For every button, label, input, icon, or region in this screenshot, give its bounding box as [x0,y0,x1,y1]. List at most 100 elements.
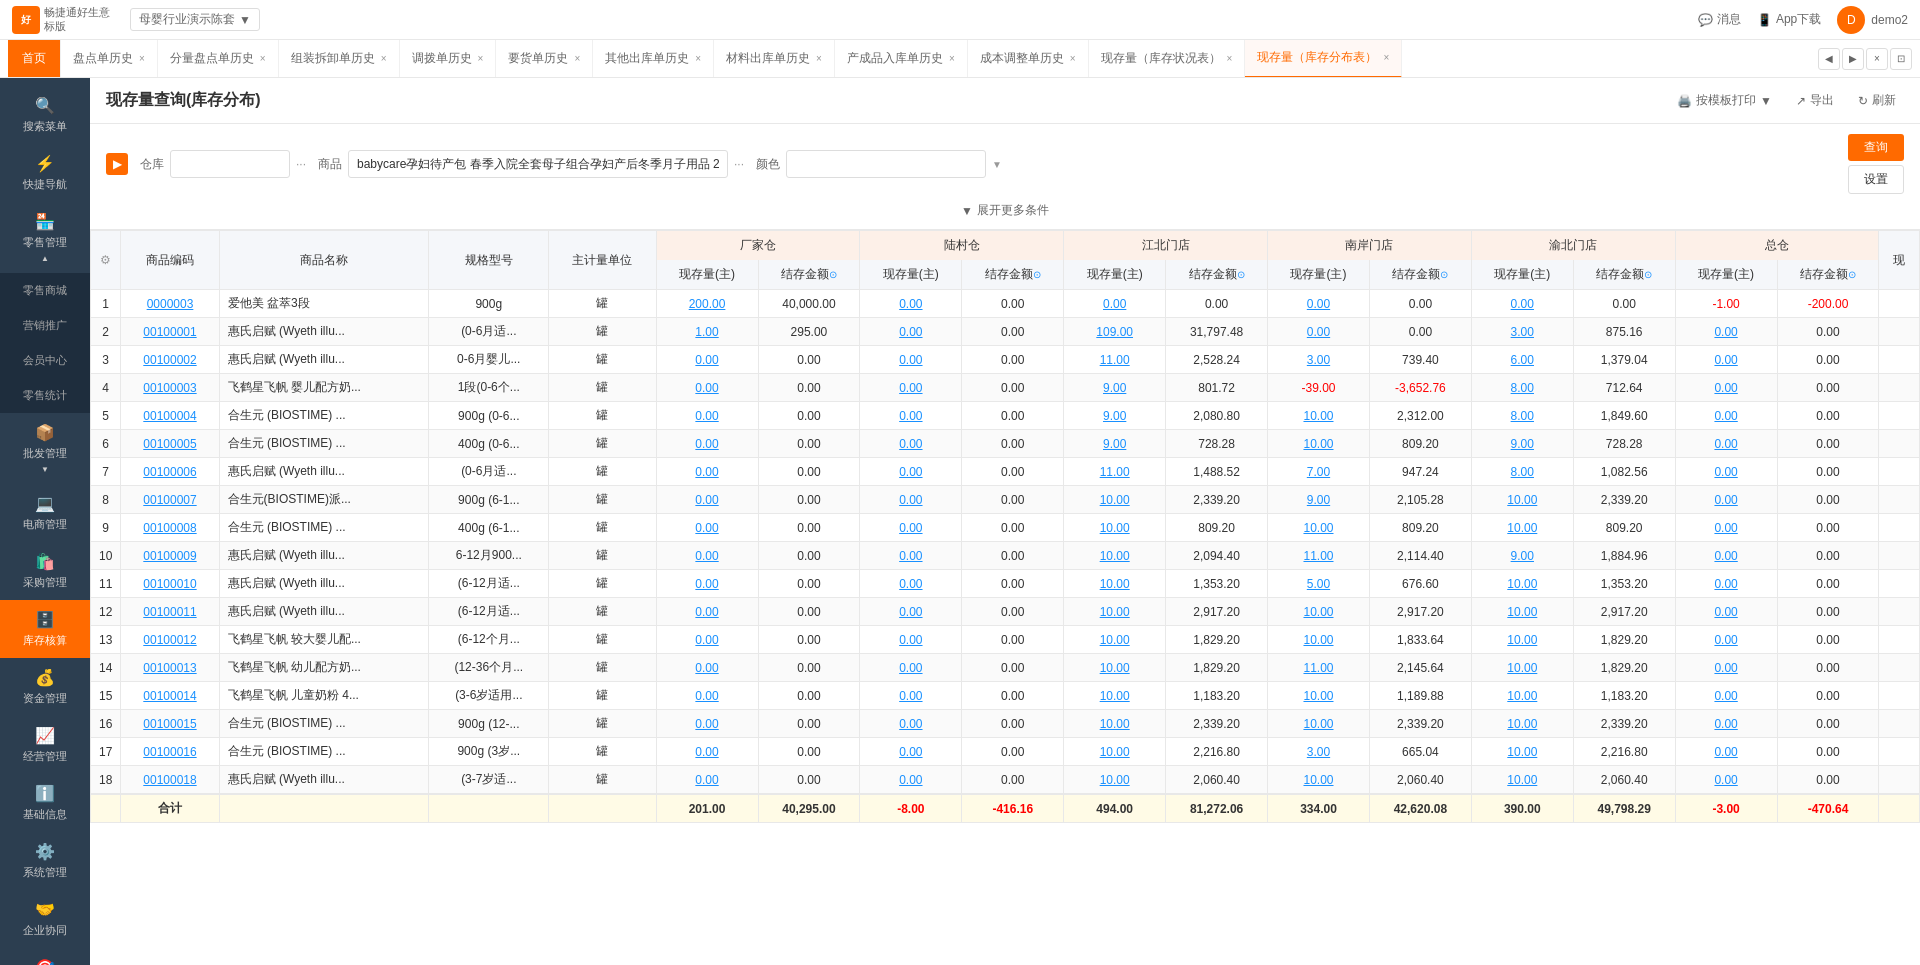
filter-expand-btn[interactable]: ▶ [106,153,128,175]
table-cell: 10.00 [1471,682,1573,710]
th-c2-qty: 现存量(主) [860,260,962,290]
tab-expand-btn[interactable]: ⊡ [1890,48,1912,70]
sidebar-item-collab[interactable]: 🤝 企业协同 [0,890,90,948]
footer-cell [91,794,121,823]
table-cell: 7.00 [1268,458,1370,486]
user-area[interactable]: D demo2 [1837,6,1908,34]
settings-btn[interactable]: 设置 [1848,165,1904,194]
table-cell [1879,318,1920,346]
product-more-btn[interactable]: ··· [734,157,744,171]
tab-transfer[interactable]: 调拨单历史 × [400,40,497,78]
tab-order[interactable]: 要货单历史 × [496,40,593,78]
sidebar-item-stock[interactable]: 🗄️ 库存核算 [0,600,90,658]
table-cell[interactable]: 00100012 [121,626,219,654]
product-input[interactable] [348,150,728,178]
table-cell [1879,682,1920,710]
table-cell[interactable]: 0000003 [121,290,219,318]
close-icon[interactable]: × [1227,53,1233,64]
tab-sub-inventory[interactable]: 分量盘点单历史 × [158,40,279,78]
color-input[interactable] [786,150,986,178]
close-icon[interactable]: × [1070,53,1076,64]
table-cell[interactable]: 00100014 [121,682,219,710]
warehouse-input[interactable] [170,150,290,178]
tab-cost[interactable]: 成本调整单历史 × [968,40,1089,78]
table-cell: 1,829.20 [1573,626,1675,654]
tab-product-in[interactable]: 产成品入库单历史 × [835,40,968,78]
close-icon[interactable]: × [949,53,955,64]
table-cell: 罐 [549,626,656,654]
message-btn[interactable]: 💬 消息 [1698,11,1741,28]
print-btn[interactable]: 🖨️ 按模板打印 ▼ [1669,88,1780,113]
close-icon[interactable]: × [1383,52,1389,63]
close-icon[interactable]: × [816,53,822,64]
sidebar-item-operations[interactable]: 📈 经营管理 [0,716,90,774]
sidebar-item-ecommerce[interactable]: 💻 电商管理 [0,484,90,542]
tab-stock-dist[interactable]: 现存量（库存分布表） × [1245,40,1402,78]
settings-gear-icon[interactable]: ⚙ [100,253,111,267]
table-cell[interactable]: 00100010 [121,570,219,598]
table-cell: 0.00 [1471,290,1573,318]
table-cell[interactable]: 00100005 [121,430,219,458]
warehouse-more-btn[interactable]: ··· [296,157,306,171]
sidebar-item-guide[interactable]: 🎯 新手引导 [0,948,90,965]
app-download-btn[interactable]: 📱 App下载 [1757,11,1821,28]
tab-prev-btn[interactable]: ◀ [1818,48,1840,70]
close-icon[interactable]: × [381,53,387,64]
sidebar-item-marketing[interactable]: 营销推广 [0,308,90,343]
tab-close-btn[interactable]: × [1866,48,1888,70]
table-cell[interactable]: 00100011 [121,598,219,626]
expand-more-btn[interactable]: ▼ 展开更多条件 [106,202,1904,219]
tab-inventory[interactable]: 盘点单历史 × [61,40,158,78]
table-cell: 2,339.20 [1166,486,1268,514]
sidebar-item-finance[interactable]: 💰 资金管理 [0,658,90,716]
close-icon[interactable]: × [695,53,701,64]
export-btn[interactable]: ↗ 导出 [1788,88,1842,113]
tab-home[interactable]: 首页 [8,40,61,78]
table-cell[interactable]: 00100001 [121,318,219,346]
th-settings[interactable]: ⚙ [91,231,121,290]
close-icon[interactable]: × [574,53,580,64]
table-cell[interactable]: 00100013 [121,654,219,682]
table-cell: 11.00 [1064,346,1166,374]
table-cell: 0.00 [962,346,1064,374]
table-cell[interactable]: 00100016 [121,738,219,766]
close-icon[interactable]: × [260,53,266,64]
query-btn[interactable]: 查询 [1848,134,1904,161]
table-cell[interactable]: 00100007 [121,486,219,514]
table-cell[interactable]: 00100003 [121,374,219,402]
tab-next-btn[interactable]: ▶ [1842,48,1864,70]
table-row: 700100006惠氏启赋 (Wyeth illu...(0-6月适...罐0.… [91,458,1920,486]
company-dropdown[interactable]: 母婴行业演示陈套 ▼ [130,8,260,31]
tab-outbound[interactable]: 其他出库单历史 × [593,40,714,78]
footer-cell [1879,794,1920,823]
table-cell[interactable]: 00100006 [121,458,219,486]
table-cell[interactable]: 00100004 [121,402,219,430]
table-cell[interactable]: 00100008 [121,514,219,542]
table-cell[interactable]: 00100002 [121,346,219,374]
sidebar-item-wholesale[interactable]: 📦 批发管理 ▼ [0,413,90,484]
sidebar-item-quicknav[interactable]: ⚡ 快捷导航 [0,144,90,202]
close-icon[interactable]: × [139,53,145,64]
table-cell[interactable]: 00100009 [121,542,219,570]
sidebar-item-retail-shop[interactable]: 零售商城 [0,273,90,308]
close-icon[interactable]: × [478,53,484,64]
table-cell[interactable]: 00100018 [121,766,219,795]
table-cell[interactable]: 00100015 [121,710,219,738]
th-spec: 规格型号 [429,231,549,290]
tab-stock-status[interactable]: 现存量（库存状况表） × [1089,40,1246,78]
retail-icon: 🏪 [35,212,55,231]
tab-material[interactable]: 材料出库单历史 × [714,40,835,78]
sidebar-item-system[interactable]: ⚙️ 系统管理 [0,832,90,890]
sidebar-item-retail[interactable]: 🏪 零售管理 ▲ [0,202,90,273]
sidebar-item-retail-stats[interactable]: 零售统计 [0,378,90,413]
refresh-btn[interactable]: ↻ 刷新 [1850,88,1904,113]
footer-cell: 81,272.06 [1166,794,1268,823]
sidebar-item-basic[interactable]: ℹ️ 基础信息 [0,774,90,832]
sidebar-item-search[interactable]: 🔍 搜索菜单 [0,86,90,144]
chevron-down-icon: ▼ [1760,94,1772,108]
tab-assembly[interactable]: 组装拆卸单历史 × [279,40,400,78]
sidebar-item-purchase[interactable]: 🛍️ 采购管理 [0,542,90,600]
table-cell [1879,654,1920,682]
sidebar-item-members[interactable]: 会员中心 [0,343,90,378]
color-dropdown-icon[interactable]: ▼ [992,159,1002,170]
